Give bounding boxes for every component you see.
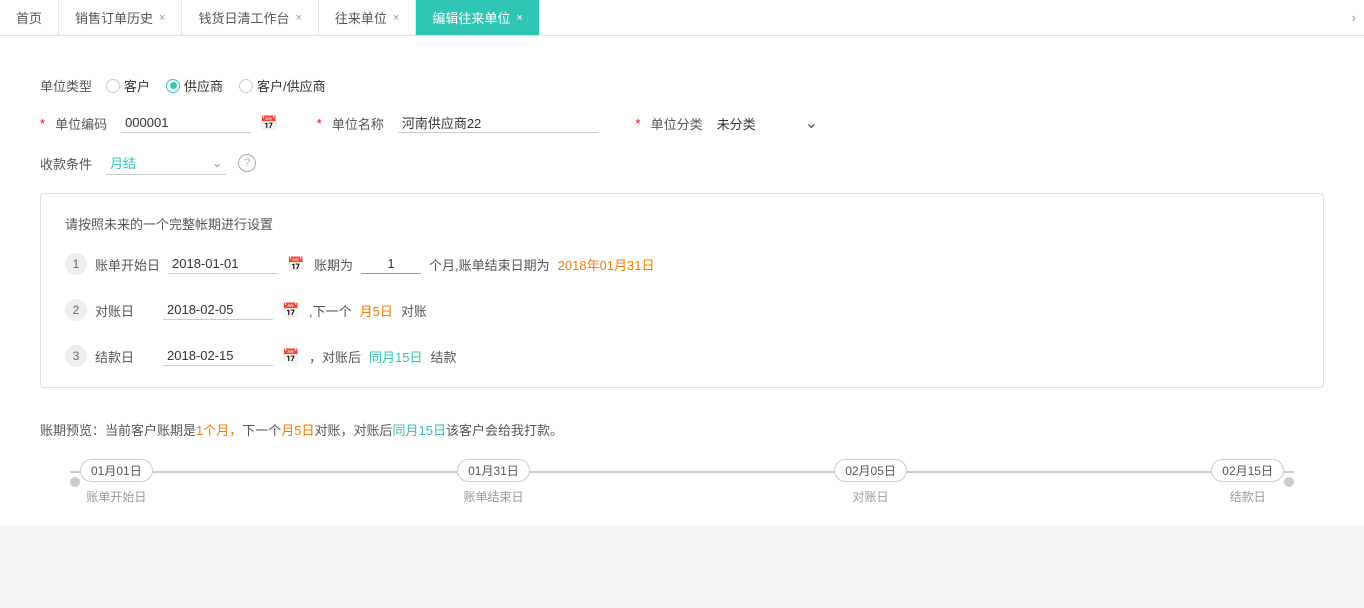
preview-highlight1: 1个月， xyxy=(196,423,242,438)
tab-cash-workbench[interactable]: 钱货日清工作台 × xyxy=(182,0,318,35)
timeline-bubble-3: 02月05日 xyxy=(834,459,907,482)
field-label-3: 结款日 xyxy=(95,347,155,366)
timeline-label-3: 对账日 xyxy=(853,488,889,505)
period-label-after: 个月,账单结束日期为 xyxy=(429,255,550,274)
timeline-point-1: 01月01日 账单开始日 xyxy=(80,459,153,505)
unit-category-chevron: ⌄ xyxy=(805,113,818,133)
unit-name-label: 单位名称 xyxy=(332,114,384,133)
radio-supplier[interactable]: 供应商 xyxy=(166,76,223,95)
timeline-bubble-1: 01月01日 xyxy=(80,459,153,482)
preview-middle2: 对账，对账后 xyxy=(315,423,393,438)
preview-middle: 下一个 xyxy=(242,423,281,438)
radio-customer[interactable]: 客户 xyxy=(106,76,150,95)
payment-terms-value: 月结 xyxy=(110,153,208,172)
field-label-2: 对账日 xyxy=(95,301,155,320)
settings-card: 请按照未来的一个完整帐期进行设置 1 账单开始日 📅 账期为 个月,账单结束日期… xyxy=(40,193,1324,388)
unit-code-icon[interactable]: 📅 xyxy=(259,113,279,133)
setting-row-1: 1 账单开始日 📅 账期为 个月,账单结束日期为 2018年01月31日 xyxy=(65,253,1299,275)
radio-circle-both xyxy=(239,79,253,93)
payment-terms-row: 收款条件 月结 ⌄ ? xyxy=(40,151,1324,175)
unit-category-dropdown[interactable]: 未分类 ⌄ xyxy=(717,113,818,133)
unit-type-radio-group: 客户 供应商 客户/供应商 xyxy=(106,76,326,95)
timeline-bubble-4: 02月15日 xyxy=(1211,459,1284,482)
payment-highlight: 同月15日 xyxy=(369,347,422,366)
unit-code-label: 单位编码 xyxy=(55,114,107,133)
payment-terms-arrow: ⌄ xyxy=(212,156,222,170)
unit-code-input[interactable] xyxy=(121,113,251,133)
timeline-end-dot xyxy=(1284,477,1294,487)
page-content: 单位类型 客户 供应商 客户/供应商 * 单位编码 📅 * 单位名称 xyxy=(0,36,1364,525)
timeline-point-3: 02月05日 对账日 xyxy=(834,459,907,505)
tab-home[interactable]: 首页 xyxy=(0,0,59,35)
unit-name-input[interactable] xyxy=(398,113,598,133)
tab-sales-history[interactable]: 销售订单历史 × xyxy=(59,0,182,35)
radio-label-customer: 客户 xyxy=(124,76,150,95)
unit-category-label: 单位分类 xyxy=(651,114,703,133)
payment-terms-select[interactable]: 月结 ⌄ xyxy=(106,151,226,175)
radio-circle-customer xyxy=(106,79,120,93)
timeline-start-dot xyxy=(70,477,80,487)
tab-edit-partner[interactable]: 编辑往来单位 × xyxy=(416,0,539,35)
radio-label-supplier: 供应商 xyxy=(184,76,223,95)
reconcile-date-icon[interactable]: 📅 xyxy=(281,300,301,320)
preview-highlight3: 同月15日 xyxy=(393,423,446,438)
period-label-before: 账期为 xyxy=(314,255,353,274)
close-cash-workbench[interactable]: × xyxy=(295,12,301,24)
timeline-items: 01月01日 账单开始日 01月31日 账单结束日 02月05日 对账日 02月… xyxy=(80,459,1284,505)
unit-info-row: * 单位编码 📅 * 单位名称 * 单位分类 未分类 ⌄ xyxy=(40,113,1324,133)
timeline-bubble-2: 01月31日 xyxy=(457,459,530,482)
card-title: 请按照未来的一个完整帐期进行设置 xyxy=(65,214,1299,233)
radio-label-both: 客户/供应商 xyxy=(257,76,326,95)
close-sales-history[interactable]: × xyxy=(159,12,165,24)
unit-category-value: 未分类 xyxy=(717,114,797,133)
start-date-input[interactable] xyxy=(168,254,278,274)
period-input[interactable] xyxy=(361,254,421,274)
preview-text: 账期预览：当前客户账期是1个月，下一个月5日对账，对账后同月15日该客户会给我打… xyxy=(40,420,1324,439)
preview-section: 账期预览：当前客户账期是1个月，下一个月5日对账，对账后同月15日该客户会给我打… xyxy=(40,404,1324,525)
unit-type-label: 单位类型 xyxy=(40,76,92,95)
timeline: 01月01日 账单开始日 01月31日 账单结束日 02月05日 对账日 02月… xyxy=(40,459,1324,505)
timeline-label-2: 账单结束日 xyxy=(463,488,523,505)
row-num-1: 1 xyxy=(65,253,87,275)
preview-highlight2: 月5日 xyxy=(281,423,314,438)
tabs-scroll-right[interactable]: › xyxy=(1344,0,1364,35)
radio-both[interactable]: 客户/供应商 xyxy=(239,76,326,95)
tabs-bar: 首页 销售订单历史 × 钱货日清工作台 × 往来单位 × 编辑往来单位 × › xyxy=(0,0,1364,36)
payment-suffix-after: 结款 xyxy=(430,347,456,366)
reconcile-date-input[interactable] xyxy=(163,300,273,320)
reconcile-highlight: 月5日 xyxy=(360,301,393,320)
close-edit-partner[interactable]: × xyxy=(516,12,522,24)
help-icon[interactable]: ? xyxy=(238,154,256,172)
timeline-label-4: 结款日 xyxy=(1230,488,1266,505)
tab-partner-units[interactable]: 往来单位 × xyxy=(319,0,416,35)
setting-row-3: 3 结款日 📅 ，对账后同月15日结款 xyxy=(65,345,1299,367)
period-end-date: 2018年01月31日 xyxy=(558,255,655,274)
unit-type-row: 单位类型 客户 供应商 客户/供应商 xyxy=(40,76,1324,95)
radio-circle-supplier xyxy=(166,79,180,93)
preview-prefix: 账期预览：当前客户账期是 xyxy=(40,423,196,438)
start-date-icon[interactable]: 📅 xyxy=(286,254,306,274)
reconcile-suffix-before: ,下一个 xyxy=(309,301,352,320)
payment-suffix-before: ，对账后 xyxy=(309,347,361,366)
payment-date-icon[interactable]: 📅 xyxy=(281,346,301,366)
field-label-1: 账单开始日 xyxy=(95,255,160,274)
payment-date-input[interactable] xyxy=(163,346,273,366)
preview-suffix: 该客户会给我打款。 xyxy=(446,423,563,438)
timeline-point-4: 02月15日 结款日 xyxy=(1211,459,1284,505)
timeline-label-1: 账单开始日 xyxy=(86,488,146,505)
timeline-point-2: 01月31日 账单结束日 xyxy=(457,459,530,505)
row-num-2: 2 xyxy=(65,299,87,321)
close-partner-units[interactable]: × xyxy=(393,12,399,24)
reconcile-suffix-after: 对账 xyxy=(401,301,427,320)
payment-terms-label: 收款条件 xyxy=(40,154,92,173)
row-num-3: 3 xyxy=(65,345,87,367)
setting-row-2: 2 对账日 📅 ,下一个月5日对账 xyxy=(65,299,1299,321)
